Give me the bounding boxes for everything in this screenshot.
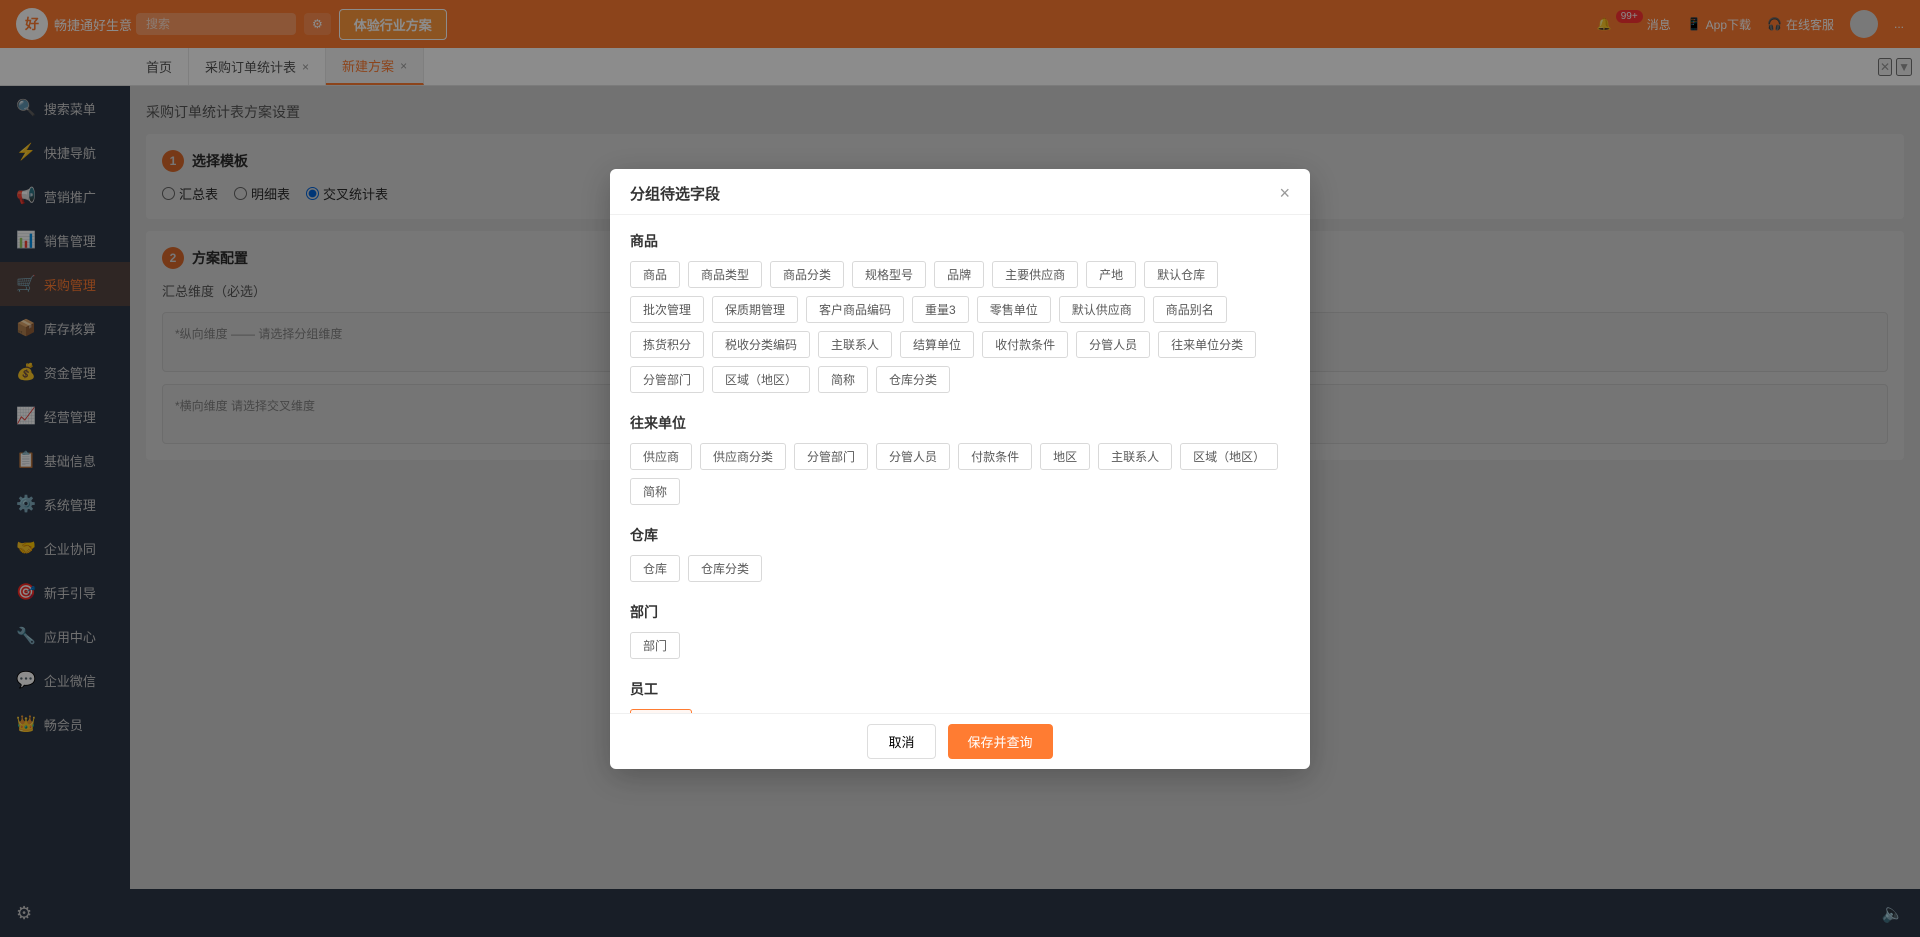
field-tag-supplier[interactable]: 供应商: [630, 443, 692, 470]
section-partner: 往来单位 供应商 供应商分类 分管部门 分管人员 付款条件 地区 主联系人 区域…: [630, 413, 1290, 505]
field-tag-partner-region[interactable]: 区域（地区）: [1180, 443, 1278, 470]
field-tag-tax-code[interactable]: 税收分类编码: [712, 331, 810, 358]
section-warehouse-tags: 仓库 仓库分类: [630, 555, 1290, 582]
modal-dialog: 分组待选字段 × 商品 商品 商品类型 商品分类 规格型号 品牌 主要供应商 产…: [610, 169, 1310, 769]
field-tag-settlement-unit[interactable]: 结算单位: [900, 331, 974, 358]
field-tag-default-supplier[interactable]: 默认供应商: [1059, 296, 1145, 323]
field-tag-pick-score[interactable]: 拣货积分: [630, 331, 704, 358]
field-tag-partner-manager[interactable]: 分管人员: [876, 443, 950, 470]
field-tag-customer-code[interactable]: 客户商品编码: [806, 296, 904, 323]
section-goods-tags: 商品 商品类型 商品分类 规格型号 品牌 主要供应商 产地 默认仓库 批次管理 …: [630, 261, 1290, 393]
modal-title: 分组待选字段: [630, 183, 720, 204]
section-department-tags: 部门: [630, 632, 1290, 659]
field-tag-supplier-category[interactable]: 供应商分类: [700, 443, 786, 470]
field-tag-warehouse-cat[interactable]: 仓库分类: [688, 555, 762, 582]
field-tag-payment-condition[interactable]: 付款条件: [958, 443, 1032, 470]
section-partner-title: 往来单位: [630, 413, 1290, 433]
section-department: 部门 部门: [630, 602, 1290, 659]
field-tag-department[interactable]: 部门: [630, 632, 680, 659]
section-goods-title: 商品: [630, 231, 1290, 251]
field-tag-partner-category[interactable]: 往来单位分类: [1158, 331, 1256, 358]
field-tag-goods-category[interactable]: 商品分类: [770, 261, 844, 288]
field-tag-retail-unit[interactable]: 零售单位: [977, 296, 1051, 323]
field-tag-short-name[interactable]: 简称: [818, 366, 868, 393]
modal-footer: 取消 保存并查询: [610, 713, 1310, 769]
field-tag-spec[interactable]: 规格型号: [852, 261, 926, 288]
field-tag-warehouse-category[interactable]: 仓库分类: [876, 366, 950, 393]
field-tag-main-supplier[interactable]: 主要供应商: [992, 261, 1078, 288]
field-tag-weight[interactable]: 重量3: [912, 296, 969, 323]
modal-close-button[interactable]: ×: [1279, 183, 1290, 204]
section-staff-title: 员工: [630, 679, 1290, 699]
section-goods: 商品 商品 商品类型 商品分类 规格型号 品牌 主要供应商 产地 默认仓库 批次…: [630, 231, 1290, 393]
field-tag-warehouse[interactable]: 仓库: [630, 555, 680, 582]
field-tag-origin[interactable]: 产地: [1086, 261, 1136, 288]
field-tag-manager[interactable]: 分管人员: [1076, 331, 1150, 358]
field-tag-partner-short[interactable]: 简称: [630, 478, 680, 505]
section-department-title: 部门: [630, 602, 1290, 622]
modal-body: 商品 商品 商品类型 商品分类 规格型号 品牌 主要供应商 产地 默认仓库 批次…: [610, 215, 1310, 713]
field-tag-goods-type[interactable]: 商品类型: [688, 261, 762, 288]
modal-cancel-button[interactable]: 取消: [867, 724, 935, 759]
field-tag-goods[interactable]: 商品: [630, 261, 680, 288]
modal-overlay[interactable]: 分组待选字段 × 商品 商品 商品类型 商品分类 规格型号 品牌 主要供应商 产…: [0, 0, 1920, 937]
section-warehouse: 仓库 仓库 仓库分类: [630, 525, 1290, 582]
field-tag-partner-main-contact[interactable]: 主联系人: [1098, 443, 1172, 470]
field-tag-dept[interactable]: 分管部门: [630, 366, 704, 393]
modal-header: 分组待选字段 ×: [610, 169, 1310, 215]
field-tag-payment-terms[interactable]: 收付款条件: [982, 331, 1068, 358]
field-tag-region[interactable]: 区域（地区）: [712, 366, 810, 393]
field-tag-goods-alias[interactable]: 商品别名: [1153, 296, 1227, 323]
section-staff: 员工 业务员: [630, 679, 1290, 713]
field-tag-brand[interactable]: 品牌: [934, 261, 984, 288]
field-tag-partner-dept[interactable]: 分管部门: [794, 443, 868, 470]
section-partner-tags: 供应商 供应商分类 分管部门 分管人员 付款条件 地区 主联系人 区域（地区） …: [630, 443, 1290, 505]
field-tag-batch[interactable]: 批次管理: [630, 296, 704, 323]
field-tag-main-contact[interactable]: 主联系人: [818, 331, 892, 358]
field-tag-area[interactable]: 地区: [1040, 443, 1090, 470]
modal-save-button[interactable]: 保存并查询: [948, 724, 1053, 759]
field-tag-default-warehouse[interactable]: 默认仓库: [1144, 261, 1218, 288]
field-tag-shelf-life[interactable]: 保质期管理: [712, 296, 798, 323]
section-warehouse-title: 仓库: [630, 525, 1290, 545]
